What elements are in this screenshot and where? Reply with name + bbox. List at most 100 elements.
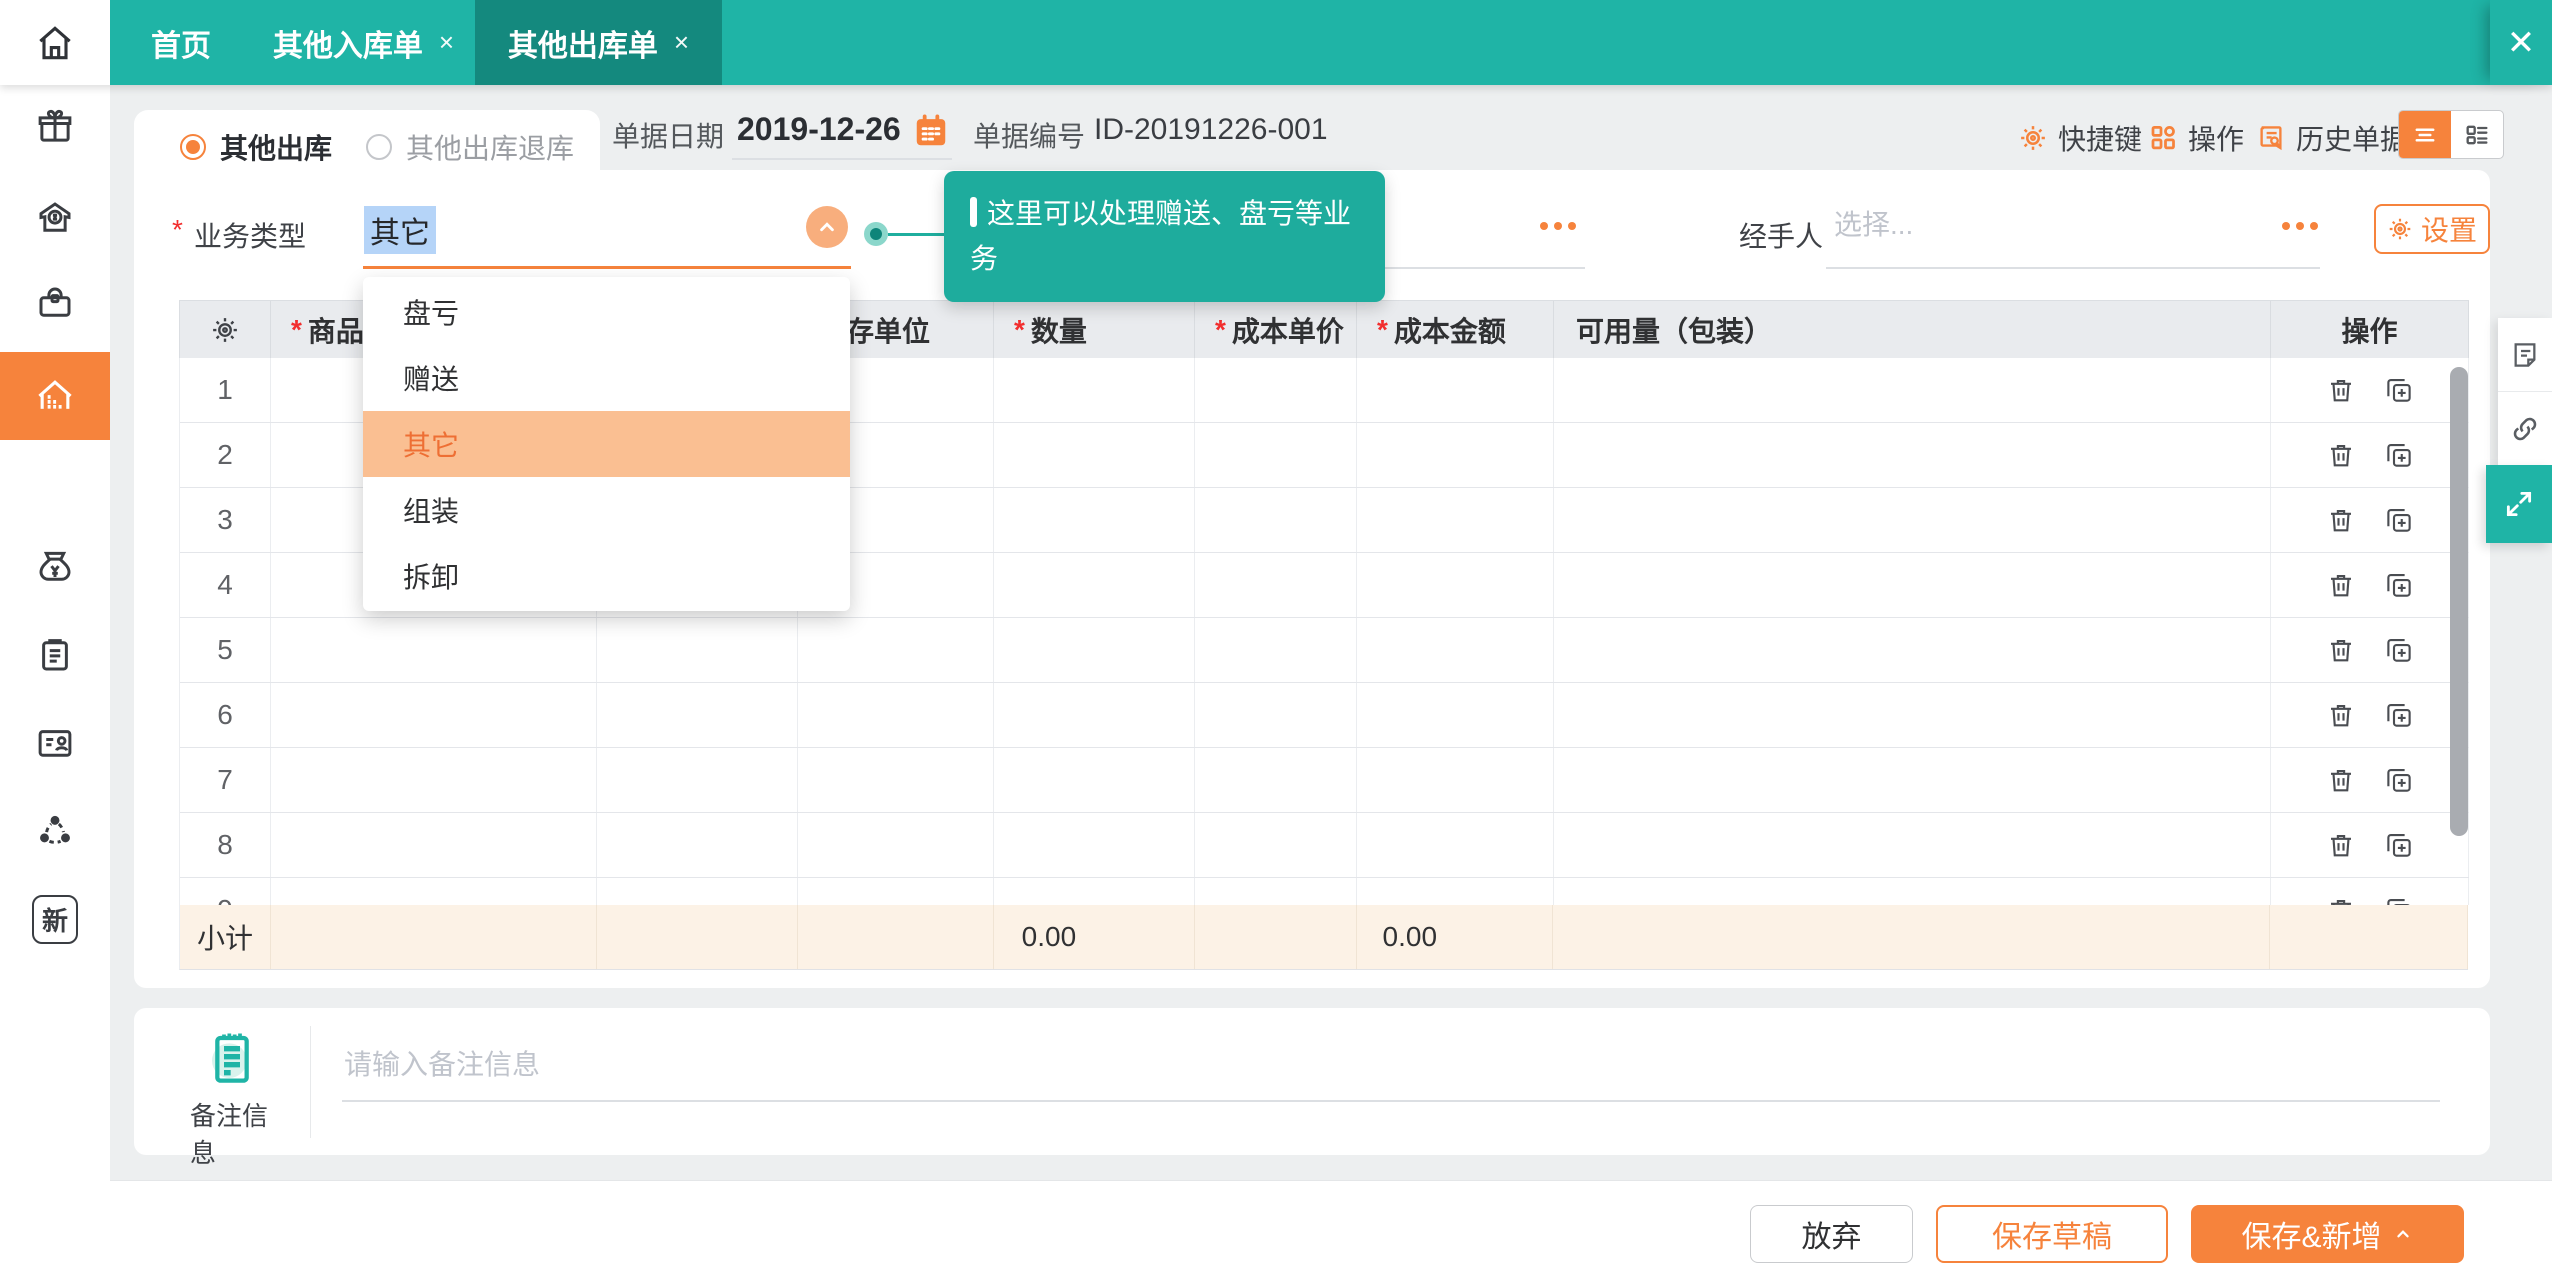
cell-hidden[interactable] xyxy=(597,813,798,877)
cell-cost-price[interactable] xyxy=(1195,618,1357,682)
duplicate-row-button[interactable] xyxy=(2384,375,2414,405)
date-value[interactable]: 2019-12-26 xyxy=(737,111,901,148)
cell-qty[interactable] xyxy=(994,423,1195,487)
duplicate-row-button[interactable] xyxy=(2384,830,2414,860)
handler-ellipsis-button[interactable] xyxy=(2282,222,2318,230)
warehouse-ellipsis-button[interactable] xyxy=(1540,222,1576,230)
sidebar-item-funds[interactable] xyxy=(0,527,110,607)
cell-product[interactable] xyxy=(271,878,597,905)
delete-row-button[interactable] xyxy=(2326,440,2356,470)
sidebar-item-purchase[interactable] xyxy=(0,263,110,343)
cell-hidden[interactable] xyxy=(597,748,798,812)
delete-row-button[interactable] xyxy=(2326,505,2356,535)
sidebar-item-orders[interactable] xyxy=(0,615,110,695)
save-draft-button[interactable]: 保存草稿 xyxy=(1936,1205,2168,1263)
sidebar-item-sales[interactable] xyxy=(0,178,110,258)
cell-cost-amount[interactable] xyxy=(1357,618,1554,682)
history-button[interactable]: 历史单据 xyxy=(2256,118,2408,158)
sidebar-item-gift[interactable] xyxy=(0,87,110,167)
cell-cost-amount[interactable] xyxy=(1357,423,1554,487)
delete-row-button[interactable] xyxy=(2326,895,2356,905)
duplicate-row-button[interactable] xyxy=(2384,505,2414,535)
biz-type-value[interactable]: 其它 xyxy=(364,206,436,254)
dropdown-option[interactable]: 赠送 xyxy=(363,345,850,411)
cell-unit[interactable] xyxy=(798,748,994,812)
cell-cost-price[interactable] xyxy=(1195,423,1357,487)
radio-other-outbound[interactable]: 其他出库 xyxy=(180,127,332,167)
save-and-new-button[interactable]: 保存&新增 xyxy=(2191,1205,2464,1263)
delete-row-button[interactable] xyxy=(2326,570,2356,600)
dropdown-option[interactable]: 盘亏 xyxy=(363,279,850,345)
cell-cost-amount[interactable] xyxy=(1357,748,1554,812)
duplicate-row-button[interactable] xyxy=(2384,700,2414,730)
tab-other-inbound[interactable]: 其他入库单 × xyxy=(252,0,475,85)
duplicate-row-button[interactable] xyxy=(2384,895,2414,905)
cell-cost-price[interactable] xyxy=(1195,683,1357,747)
cell-hidden[interactable] xyxy=(597,618,798,682)
operation-button[interactable]: 操作 xyxy=(2148,118,2244,158)
cell-qty[interactable] xyxy=(994,878,1195,905)
delete-row-button[interactable] xyxy=(2326,830,2356,860)
cell-cost-amount[interactable] xyxy=(1357,358,1554,422)
calendar-icon[interactable] xyxy=(912,112,950,150)
cell-cost-price[interactable] xyxy=(1195,358,1357,422)
cell-cost-amount[interactable] xyxy=(1357,488,1554,552)
cancel-button[interactable]: 放弃 xyxy=(1750,1205,1913,1263)
list-view-button[interactable] xyxy=(2399,111,2451,158)
sidebar-item-share[interactable] xyxy=(0,790,110,870)
cell-unit[interactable] xyxy=(798,813,994,877)
grid-scrollbar[interactable] xyxy=(2450,367,2468,836)
dropdown-option[interactable]: 拆卸 xyxy=(363,543,850,609)
delete-row-button[interactable] xyxy=(2326,375,2356,405)
link-button[interactable] xyxy=(2498,391,2552,465)
cell-qty[interactable] xyxy=(994,683,1195,747)
sidebar-item-inventory[interactable] xyxy=(0,352,110,440)
card-view-button[interactable] xyxy=(2451,111,2503,158)
tab-other-outbound[interactable]: 其他出库单 × xyxy=(475,0,722,85)
delete-row-button[interactable] xyxy=(2326,700,2356,730)
cell-cost-amount[interactable] xyxy=(1357,813,1554,877)
cell-hidden[interactable] xyxy=(597,878,798,905)
cell-cost-amount[interactable] xyxy=(1357,553,1554,617)
radio-other-outbound-return[interactable]: 其他出库退库 xyxy=(366,127,574,167)
collapse-dropdown-button[interactable] xyxy=(806,206,848,248)
note-button[interactable] xyxy=(2498,318,2552,391)
cell-product[interactable] xyxy=(271,683,597,747)
cell-cost-price[interactable] xyxy=(1195,553,1357,617)
cell-qty[interactable] xyxy=(994,553,1195,617)
cell-cost-price[interactable] xyxy=(1195,813,1357,877)
grid-settings-cell[interactable] xyxy=(180,301,271,359)
dropdown-option-selected[interactable]: 其它 xyxy=(363,411,850,477)
tab-home[interactable]: 首页 xyxy=(110,0,252,85)
sidebar-item-contacts[interactable] xyxy=(0,703,110,783)
cell-cost-price[interactable] xyxy=(1195,748,1357,812)
cell-cost-price[interactable] xyxy=(1195,878,1357,905)
duplicate-row-button[interactable] xyxy=(2384,635,2414,665)
settings-button[interactable]: 设置 xyxy=(2374,204,2490,254)
duplicate-row-button[interactable] xyxy=(2384,440,2414,470)
cell-cost-price[interactable] xyxy=(1195,488,1357,552)
cell-qty[interactable] xyxy=(994,488,1195,552)
cell-unit[interactable] xyxy=(798,618,994,682)
cell-product[interactable] xyxy=(271,618,597,682)
duplicate-row-button[interactable] xyxy=(2384,765,2414,795)
cell-qty[interactable] xyxy=(994,813,1195,877)
cell-product[interactable] xyxy=(271,813,597,877)
cell-cost-amount[interactable] xyxy=(1357,683,1554,747)
handler-input[interactable] xyxy=(1832,208,2206,242)
delete-row-button[interactable] xyxy=(2326,635,2356,665)
sidebar-item-new[interactable]: 新 xyxy=(0,879,110,959)
close-icon[interactable]: ✕ xyxy=(2490,0,2552,85)
close-tab-icon[interactable]: × xyxy=(439,27,454,58)
delete-row-button[interactable] xyxy=(2326,765,2356,795)
duplicate-row-button[interactable] xyxy=(2384,570,2414,600)
cell-unit[interactable] xyxy=(798,683,994,747)
home-button[interactable] xyxy=(0,0,110,85)
cell-hidden[interactable] xyxy=(597,683,798,747)
cell-qty[interactable] xyxy=(994,358,1195,422)
dropdown-option[interactable]: 组装 xyxy=(363,477,850,543)
cell-product[interactable] xyxy=(271,748,597,812)
remarks-input[interactable] xyxy=(342,1048,2426,1082)
close-tab-icon[interactable]: × xyxy=(674,27,689,58)
shortcut-button[interactable]: 快捷键 xyxy=(2018,118,2142,158)
